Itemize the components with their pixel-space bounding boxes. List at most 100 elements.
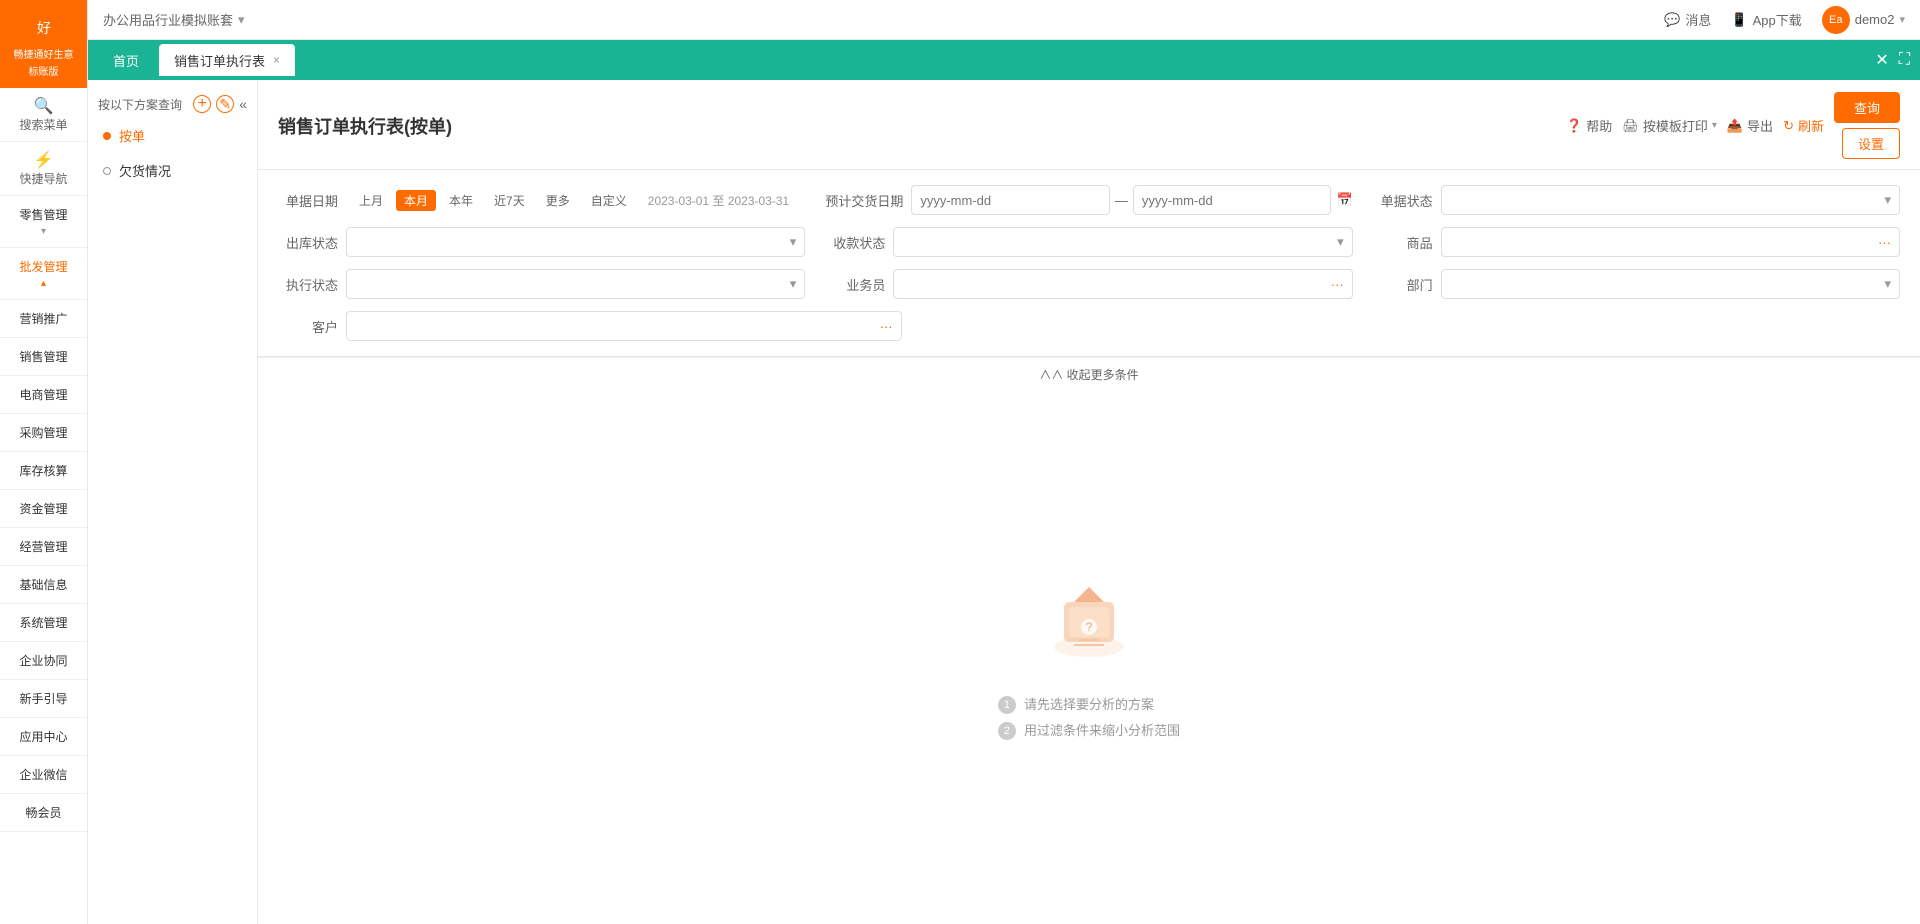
expected-date-end[interactable] bbox=[1133, 185, 1332, 215]
retail-label: 零售管理 bbox=[19, 206, 67, 223]
refresh-button[interactable]: ↻ 刷新 bbox=[1783, 116, 1824, 135]
help-label: 帮助 bbox=[1586, 116, 1612, 135]
sidebar-item-newbie[interactable]: 新手引导 bbox=[0, 680, 87, 718]
filter-row-2: 出库状态 ▾ 收款状态 ▾ 商品 bbox=[278, 227, 1900, 257]
app-download-button[interactable]: 📱 App下载 bbox=[1731, 10, 1801, 29]
svg-text:?: ? bbox=[1086, 620, 1093, 634]
collapse-panel-icon[interactable]: « bbox=[239, 96, 247, 112]
query-button[interactable]: 查询 bbox=[1834, 92, 1900, 123]
sidebar-item-system[interactable]: 系统管理 bbox=[0, 604, 87, 642]
username: demo2 bbox=[1855, 12, 1895, 27]
sidebar-item-member[interactable]: 畅会员 bbox=[0, 794, 87, 832]
sidebar-item-appstore[interactable]: 应用中心 bbox=[0, 718, 87, 756]
outbound-select[interactable]: ▾ bbox=[346, 227, 805, 257]
message-button[interactable]: 💬 消息 bbox=[1664, 10, 1711, 29]
sidebar-item-wechat[interactable]: 企业微信 bbox=[0, 756, 87, 794]
date-tabs: 上月 本月 本年 近7天 更多 自定义 bbox=[351, 190, 635, 211]
sidebar-item-management[interactable]: 经营管理 bbox=[0, 528, 87, 566]
collect-status-filter: 收款状态 ▾ bbox=[825, 227, 1352, 257]
customer-label: 客户 bbox=[278, 317, 338, 336]
sidebar-quick[interactable]: ⚡ 快捷导航 bbox=[0, 142, 87, 196]
tab-sales-order[interactable]: 销售订单执行表 × bbox=[159, 44, 295, 76]
calendar-icon[interactable]: 📅 bbox=[1336, 192, 1352, 208]
exec-status-filter: 执行状态 ▾ bbox=[278, 269, 805, 299]
tip-text-2: 用过滤条件来缩小分析范围 bbox=[1024, 718, 1180, 744]
date-tab-lastmonth[interactable]: 上月 bbox=[351, 190, 391, 211]
left-panel-header: 按以下方案查询 + ✎ « bbox=[88, 90, 257, 118]
help-button[interactable]: ❓ 帮助 bbox=[1566, 116, 1612, 135]
sidebar-item-finance[interactable]: 资金管理 bbox=[0, 490, 87, 528]
sidebar-item-marketing[interactable]: 营销推广 bbox=[0, 300, 87, 338]
date-tab-thismonth[interactable]: 本月 bbox=[396, 190, 436, 211]
print-button[interactable]: 🖨 按模板打印 ▾ bbox=[1622, 116, 1717, 135]
help-icon: ❓ bbox=[1566, 118, 1582, 134]
refresh-icon: ↻ bbox=[1783, 118, 1794, 134]
customer-filter: 客户 ··· bbox=[278, 311, 1900, 341]
ecommerce-label: 电商管理 bbox=[19, 386, 67, 403]
sidebar-search[interactable]: 🔍 搜索菜单 bbox=[0, 88, 87, 142]
date-tab-thisyear[interactable]: 本年 bbox=[441, 190, 481, 211]
right-panel: 销售订单执行表(按单) ❓ 帮助 🖨 按模板打印 ▾ 📤 导出 bbox=[258, 80, 1920, 924]
scheme-item-backorder[interactable]: 欠货情况 bbox=[88, 153, 257, 188]
title-actions: ❓ 帮助 🖨 按模板打印 ▾ 📤 导出 ↻ 刷新 bbox=[1566, 92, 1900, 159]
edit-scheme-icon[interactable]: ✎ bbox=[216, 95, 234, 113]
system-label: 系统管理 bbox=[19, 614, 67, 631]
filter-row-1: 单据日期 上月 本月 本年 近7天 更多 自定义 2023-03-01 至 20… bbox=[278, 185, 1900, 215]
sidebar-logo[interactable]: 好 畅捷通好生意 标账版 bbox=[0, 0, 87, 88]
app-sub: 标账版 bbox=[29, 63, 59, 78]
date-tab-custom[interactable]: 自定义 bbox=[583, 190, 635, 211]
exec-status-label: 执行状态 bbox=[278, 275, 338, 294]
app-download-label: App下载 bbox=[1753, 10, 1802, 29]
window-close-icon[interactable]: ✕ bbox=[1875, 50, 1888, 70]
sidebar-item-inventory[interactable]: 库存核算 bbox=[0, 452, 87, 490]
status-select[interactable]: ▾ bbox=[1441, 185, 1900, 215]
sidebar-item-basic[interactable]: 基础信息 bbox=[0, 566, 87, 604]
sales-label: 销售管理 bbox=[19, 348, 67, 365]
tab-close-icon[interactable]: × bbox=[273, 53, 280, 67]
member-label: 畅会员 bbox=[25, 804, 61, 821]
sidebar-item-purchase[interactable]: 采购管理 bbox=[0, 414, 87, 452]
expected-date-start[interactable] bbox=[911, 185, 1110, 215]
appstore-label: 应用中心 bbox=[19, 728, 67, 745]
goods-select[interactable]: ··· bbox=[1441, 227, 1900, 257]
date-filter: 单据日期 上月 本月 本年 近7天 更多 自定义 2023-03-01 至 20… bbox=[278, 190, 805, 211]
scheme-item-order[interactable]: 按单 bbox=[88, 118, 257, 153]
scheme-backorder-label: 欠货情况 bbox=[119, 161, 171, 180]
add-scheme-icon[interactable]: + bbox=[193, 95, 211, 113]
empty-illustration: ? bbox=[1039, 572, 1139, 672]
sidebar-item-sales[interactable]: 销售管理 bbox=[0, 338, 87, 376]
download-icon: 📱 bbox=[1731, 12, 1747, 28]
filter-row-3: 执行状态 ▾ 业务员 ··· 部门 bbox=[278, 269, 1900, 299]
date-tab-7days[interactable]: 近7天 bbox=[486, 190, 533, 211]
user-menu[interactable]: Ea demo2 ▾ bbox=[1822, 6, 1905, 34]
wechat-label: 企业微信 bbox=[19, 766, 67, 783]
collapse-bar[interactable]: ∧∧ 收起更多条件 bbox=[258, 357, 1920, 391]
print-dropdown-icon: ▾ bbox=[1712, 120, 1717, 131]
export-icon: 📤 bbox=[1727, 118, 1743, 134]
export-button[interactable]: 📤 导出 bbox=[1727, 116, 1773, 135]
tab-home-label: 首页 bbox=[113, 51, 139, 70]
window-maximize-icon[interactable]: ⛶ bbox=[1899, 51, 1910, 69]
active-dot bbox=[103, 132, 111, 140]
salesman-select[interactable]: ··· bbox=[893, 269, 1352, 299]
date-label: 单据日期 bbox=[278, 191, 338, 210]
exec-select[interactable]: ▾ bbox=[346, 269, 805, 299]
settings-button[interactable]: 设置 bbox=[1842, 128, 1900, 159]
goods-ellipsis-icon: ··· bbox=[1878, 235, 1891, 250]
sidebar-item-corp[interactable]: 企业协同 bbox=[0, 642, 87, 680]
collect-select[interactable]: ▾ bbox=[893, 227, 1352, 257]
tab-home[interactable]: 首页 bbox=[98, 44, 154, 76]
print-icon: 🖨 bbox=[1622, 118, 1639, 134]
status-dropdown-icon: ▾ bbox=[1884, 192, 1891, 208]
sidebar-item-ecommerce[interactable]: 电商管理 bbox=[0, 376, 87, 414]
sidebar-item-wholesale[interactable]: 批发管理 ▴ bbox=[0, 248, 87, 300]
finance-label: 资金管理 bbox=[19, 500, 67, 517]
filter-area: 单据日期 上月 本月 本年 近7天 更多 自定义 2023-03-01 至 20… bbox=[258, 170, 1920, 357]
sidebar-item-retail[interactable]: 零售管理 ▾ bbox=[0, 196, 87, 248]
breadcrumb-dropdown-icon[interactable]: ▾ bbox=[238, 12, 245, 28]
date-separator: — bbox=[1115, 193, 1128, 208]
dept-select[interactable]: ▾ bbox=[1441, 269, 1900, 299]
outbound-dropdown-icon: ▾ bbox=[790, 234, 797, 250]
date-tab-more[interactable]: 更多 bbox=[538, 190, 578, 211]
customer-select[interactable]: ··· bbox=[346, 311, 902, 341]
